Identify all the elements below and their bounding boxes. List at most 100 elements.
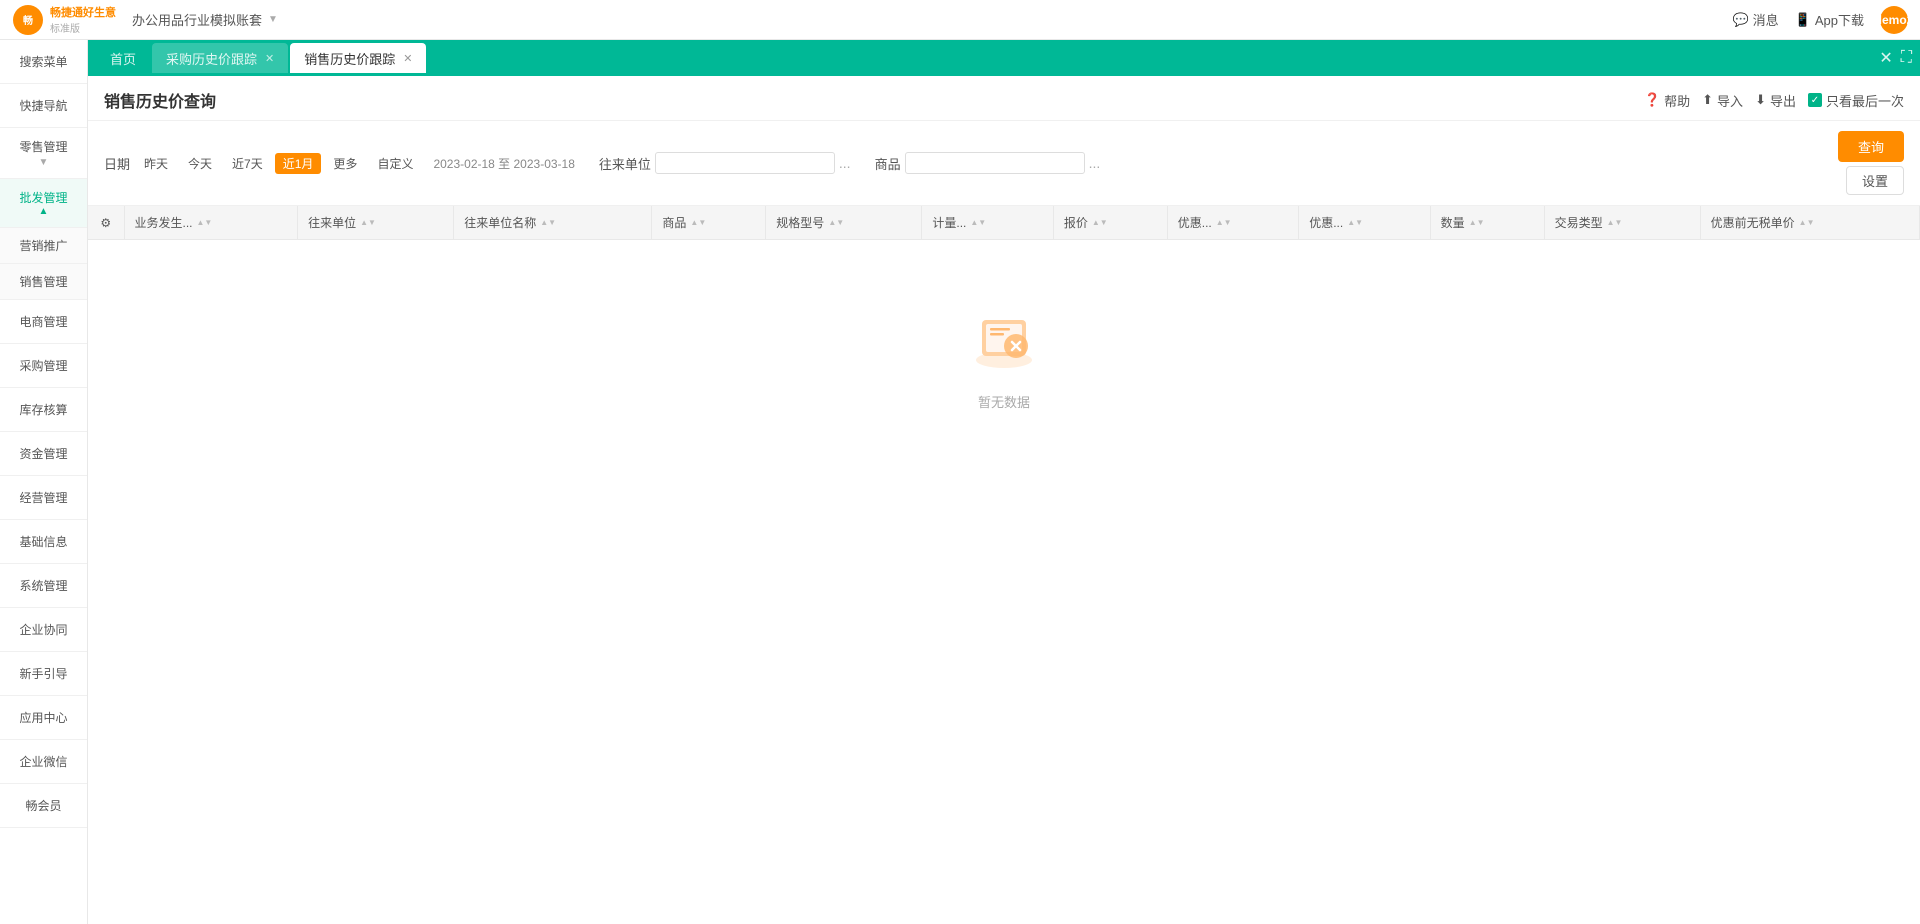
sort-arrows-11: ▲▼ [1607,219,1623,227]
sidebar: 搜索菜单 快捷导航 零售管理 ▼ 批发管理 ▲ 营销推广 销售管理 电商管理 采… [0,40,88,924]
th-pre-tax-price[interactable]: 优惠前无税单价 ▲▼ [1700,206,1919,240]
th-discount1[interactable]: 优惠... ▲▼ [1167,206,1298,240]
sidebar-item-enterprise[interactable]: 企业协同 [0,608,87,652]
sidebar-item-marketing[interactable]: 营销推广 [0,228,87,264]
page-header: 销售历史价查询 ❓ 帮助 ⬆ 导入 ⬇ 导出 ✓ [88,76,1920,121]
sidebar-item-purchase-mgmt[interactable]: 采购管理 [0,344,87,388]
th-discount2[interactable]: 优惠... ▲▼ [1299,206,1430,240]
date-option-last7days[interactable]: 近7天 [224,153,271,174]
goods-label: 商品 [875,154,901,173]
tab-bar: 首页 采购历史价跟踪 ✕ 销售历史价跟踪 ✕ ✕ ⛶ [88,40,1920,76]
sidebar-item-basic-info[interactable]: 基础信息 [0,520,87,564]
goods-filter: 商品 ... [875,152,1101,174]
page-content: 销售历史价查询 ❓ 帮助 ⬆ 导入 ⬇ 导出 ✓ [88,76,1920,924]
sort-arrows-2: ▲▼ [360,219,376,227]
page-actions: ❓ 帮助 ⬆ 导入 ⬇ 导出 ✓ 只看最后一次 [1644,91,1904,110]
counterpart-input[interactable] [655,152,835,174]
sidebar-item-quick-nav[interactable]: 快捷导航 [0,84,87,128]
goods-input[interactable] [905,152,1085,174]
th-counterpart-name[interactable]: 往来单位名称 ▲▼ [454,206,652,240]
query-button[interactable]: 查询 [1838,131,1904,162]
table-head: ⚙ 业务发生... ▲▼ 往来单位 [88,206,1920,240]
th-spec[interactable]: 规格型号 ▲▼ [766,206,922,240]
wholesale-sub-items: 营销推广 销售管理 [0,228,87,300]
help-btn[interactable]: ❓ 帮助 [1644,91,1690,110]
empty-icon [964,300,1044,380]
empty-state: 暂无数据 [88,240,1920,471]
sort-arrows-6: ▲▼ [970,219,986,227]
date-option-last1month[interactable]: 近1月 [275,153,322,174]
sidebar-item-vip[interactable]: 畅会员 [0,784,87,828]
sidebar-item-wechat[interactable]: 企业微信 [0,740,87,784]
counterpart-dots-btn[interactable]: ... [839,155,851,171]
sidebar-item-newbie[interactable]: 新手引导 [0,652,87,696]
top-bar: 畅 畅捷通好生意 标准版 办公用品行业模拟账套 ▼ 💬 消息 📱 App下载 d… [0,0,1920,40]
app-title: 办公用品行业模拟账套 ▼ [116,10,1732,29]
table-header-row: ⚙ 业务发生... ▲▼ 往来单位 [88,206,1920,240]
tab-sales-history[interactable]: 销售历史价跟踪 ✕ [290,43,426,73]
tab-expand-btn[interactable]: ⛶ [1901,49,1912,67]
settings-button[interactable]: 设置 [1846,166,1904,195]
counterpart-label: 往来单位 [599,154,651,173]
th-quantity[interactable]: 数量 ▲▼ [1430,206,1544,240]
export-icon: ⬇ [1755,92,1766,108]
logo: 畅 畅捷通好生意 标准版 [12,4,116,36]
tab-purchase-history[interactable]: 采购历史价跟踪 ✕ [152,43,288,73]
import-btn[interactable]: ⬆ 导入 [1702,91,1743,110]
search-menu-label: 搜索菜单 [19,53,67,70]
date-filter-label: 日期 [104,154,130,173]
sidebar-item-system-mgmt[interactable]: 系统管理 [0,564,87,608]
th-goods[interactable]: 商品 ▲▼ [652,206,766,240]
date-option-more[interactable]: 更多 [325,153,365,174]
th-counterpart-code[interactable]: 往来单位 ▲▼ [298,206,454,240]
th-unit[interactable]: 计量... ▲▼ [922,206,1053,240]
sidebar-item-search-menu[interactable]: 搜索菜单 [0,40,87,84]
only-last-checkbox[interactable]: ✓ 只看最后一次 [1808,91,1904,110]
logo-text: 畅捷通好生意 标准版 [50,4,116,35]
top-bar-right: 💬 消息 📱 App下载 demo2 [1732,6,1908,34]
tab-sales-history-close[interactable]: ✕ [403,52,412,65]
sort-arrows-3: ▲▼ [540,219,556,227]
th-biz-date[interactable]: 业务发生... ▲▼ [124,206,298,240]
tab-bar-actions: ✕ ⛶ [1879,48,1912,68]
logo-icon: 畅 [12,4,44,36]
data-table: ⚙ 业务发生... ▲▼ 往来单位 [88,206,1920,240]
message-btn[interactable]: 💬 消息 [1732,10,1778,29]
sidebar-item-finance[interactable]: 资金管理 [0,432,87,476]
sort-arrows-8: ▲▼ [1216,219,1232,227]
sort-arrows-4: ▲▼ [690,219,706,227]
sort-arrows-12: ▲▼ [1799,219,1815,227]
date-option-custom[interactable]: 自定义 [369,153,421,174]
user-btn[interactable]: demo2 [1880,6,1908,34]
sidebar-item-retail-mgmt[interactable]: 零售管理 ▼ [0,128,87,179]
wholesale-mgmt-arrow: ▲ [39,206,49,217]
sidebar-item-ecommerce[interactable]: 电商管理 [0,300,87,344]
main-layout: 搜索菜单 快捷导航 零售管理 ▼ 批发管理 ▲ 营销推广 销售管理 电商管理 采… [0,40,1920,924]
sidebar-item-wholesale-mgmt[interactable]: 批发管理 ▲ [0,179,87,228]
sort-arrows-10: ▲▼ [1469,219,1485,227]
th-quoted-price[interactable]: 报价 ▲▼ [1053,206,1167,240]
sidebar-item-inventory[interactable]: 库存核算 [0,388,87,432]
app-download-btn[interactable]: 📱 App下载 [1795,10,1864,29]
tab-purchase-history-close[interactable]: ✕ [265,52,274,65]
date-option-today[interactable]: 今天 [180,153,220,174]
tab-purchase-history-label: 采购历史价跟踪 [166,49,257,68]
sidebar-item-sales-mgmt[interactable]: 销售管理 [0,264,87,300]
tab-home[interactable]: 首页 [96,43,150,73]
sort-arrows-9: ▲▼ [1347,219,1363,227]
gear-icon[interactable]: ⚙ [100,216,111,230]
download-icon: 📱 [1795,12,1811,28]
date-option-yesterday[interactable]: 昨天 [136,153,176,174]
checkbox-checked-icon: ✓ [1808,93,1822,107]
goods-dots-btn[interactable]: ... [1089,155,1101,171]
export-btn[interactable]: ⬇ 导出 [1755,91,1796,110]
tab-home-label: 首页 [110,49,136,68]
sidebar-item-operations[interactable]: 经营管理 [0,476,87,520]
app-title-arrow[interactable]: ▼ [268,14,278,25]
tab-close-all-btn[interactable]: ✕ [1879,48,1892,68]
sort-arrows-7: ▲▼ [1092,219,1108,227]
th-gear[interactable]: ⚙ [88,206,124,240]
sidebar-item-app-center[interactable]: 应用中心 [0,696,87,740]
sort-arrows: ▲▼ [197,219,213,227]
th-trade-type[interactable]: 交易类型 ▲▼ [1544,206,1700,240]
